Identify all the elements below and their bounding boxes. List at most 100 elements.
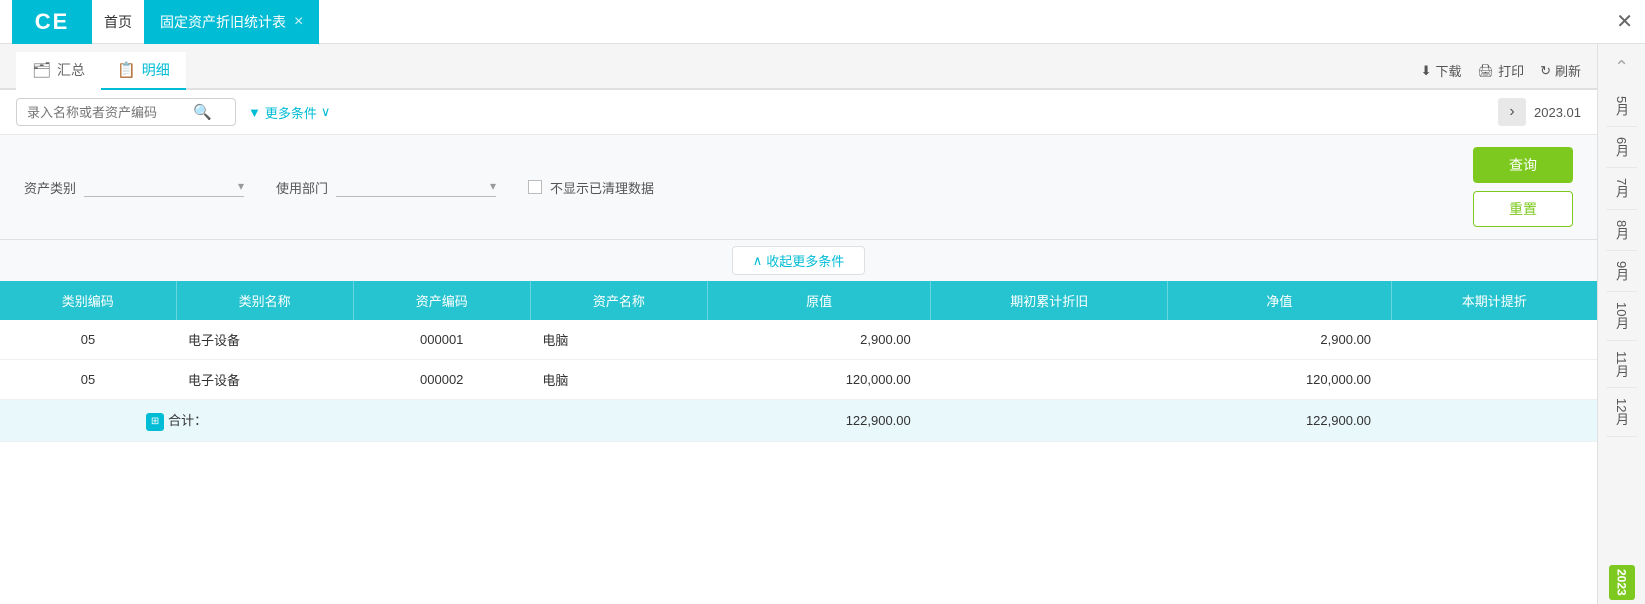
download-label: 下载: [1436, 61, 1462, 80]
filter-row: 资产类别 使用部门: [24, 147, 1573, 227]
col-asset-name: 资产名称: [530, 281, 707, 320]
ce-logo: CE: [12, 0, 92, 44]
query-button[interactable]: 查询: [1473, 147, 1573, 183]
no-cleared-label: 不显示已清理数据: [550, 178, 654, 197]
cell-original-value: 120,000.00: [707, 360, 930, 400]
table-header-row: 类别编码 类别名称 资产编码 资产名称 原值 期初累计折旧 净值 本期计提折: [0, 281, 1597, 320]
summary-original-value: 122,900.00: [707, 400, 930, 442]
search-icon[interactable]: 🔍: [193, 103, 212, 121]
sidebar-month-item[interactable]: 5月: [1606, 86, 1637, 127]
chevron-down-icon: ∨: [321, 104, 331, 120]
sidebar-month-item[interactable]: 9月: [1606, 251, 1637, 292]
cell-original-value: 2,900.00: [707, 320, 930, 360]
cell-accumulated-depreciation: [931, 320, 1168, 360]
col-accumulated-depreciation: 期初累计折旧: [931, 281, 1168, 320]
col-category-code: 类别编码: [0, 281, 176, 320]
sidebar-month-item[interactable]: 10月: [1606, 292, 1637, 340]
tab-bar: 🗂 汇总 📋 明细 ⬇ 下载 🖨 打印 ↻ 刷新: [0, 44, 1597, 90]
cell-current-period: [1391, 320, 1597, 360]
detail-tab-label: 明细: [142, 60, 170, 80]
cell-accumulated-depreciation: [931, 360, 1168, 400]
summary-current-period: [1391, 400, 1597, 442]
refresh-label: 刷新: [1555, 61, 1581, 80]
summary-net-value: 122,900.00: [1168, 400, 1391, 442]
cell-category-code: 05: [0, 360, 176, 400]
print-button[interactable]: 🖨 打印: [1478, 61, 1525, 80]
cell-current-period: [1391, 360, 1597, 400]
department-label: 使用部门: [276, 178, 328, 197]
summary-row: ⊞合计： 122,900.00 122,900.00: [0, 400, 1597, 442]
summary-tab-label: 汇总: [57, 60, 85, 80]
active-tab[interactable]: 固定资产折旧统计表 ×: [144, 0, 319, 44]
sidebar-month-item[interactable]: 8月: [1606, 210, 1637, 251]
refresh-button[interactable]: ↻ 刷新: [1540, 61, 1581, 80]
no-cleared-checkbox[interactable]: [528, 180, 542, 194]
cell-asset-name: 电脑: [530, 360, 707, 400]
asset-category-select[interactable]: [84, 177, 244, 197]
sidebar-month-item[interactable]: 11月: [1606, 341, 1637, 389]
more-conditions-toggle[interactable]: ▼ 更多条件 ∨: [248, 103, 330, 122]
date-display: 2023.01: [1534, 105, 1581, 120]
home-nav[interactable]: 首页: [92, 12, 144, 32]
detail-tab-icon: 📋: [117, 61, 136, 79]
window-close-icon[interactable]: ✕: [1616, 9, 1633, 34]
cell-category-name: 电子设备: [176, 320, 353, 360]
collapse-right-icon[interactable]: ›: [1498, 98, 1526, 126]
filter-actions: 查询 重置: [1473, 147, 1573, 227]
cell-asset-code: 000002: [353, 360, 530, 400]
filter-area: 资产类别 使用部门: [0, 135, 1597, 240]
search-bar: 🔍 ▼ 更多条件 ∨ › 2023.01: [0, 90, 1597, 135]
col-asset-code: 资产编码: [353, 281, 530, 320]
print-icon: 🖨: [1478, 63, 1495, 79]
summary-icon: ⊞: [146, 413, 164, 431]
search-input[interactable]: [27, 105, 187, 120]
col-original-value: 原值: [707, 281, 930, 320]
right-sidebar: ⌃ 5月6月7月8月9月10月11月12月 2023: [1597, 44, 1645, 604]
asset-category-field: 资产类别: [24, 177, 244, 197]
table-row: 05 电子设备 000001 电脑 2,900.00 2,900.00: [0, 320, 1597, 360]
download-icon: ⬇: [1421, 63, 1432, 79]
download-button[interactable]: ⬇ 下载: [1421, 61, 1462, 80]
collapse-label: 收起更多条件: [766, 251, 844, 270]
more-conditions-label: 更多条件: [265, 103, 317, 122]
data-table: 类别编码 类别名称 资产编码 资产名称 原值 期初累计折旧 净值 本期计提折 0…: [0, 281, 1597, 442]
department-select[interactable]: [336, 177, 496, 197]
sidebar-month-item[interactable]: 6月: [1606, 127, 1637, 168]
sidebar-month-item[interactable]: 12月: [1606, 388, 1637, 436]
col-current-period: 本期计提折: [1391, 281, 1597, 320]
summary-empty-2: [530, 400, 707, 442]
tab-detail[interactable]: 📋 明细: [101, 52, 186, 90]
col-category-name: 类别名称: [176, 281, 353, 320]
summary-tab-icon: 🗂: [32, 61, 51, 79]
summary-label: ⊞合计：: [0, 400, 353, 442]
cell-asset-name: 电脑: [530, 320, 707, 360]
cell-net-value: 120,000.00: [1168, 360, 1391, 400]
tab-summary[interactable]: 🗂 汇总: [16, 52, 101, 90]
department-select-wrap: [336, 177, 496, 197]
summary-empty-1: [353, 400, 530, 442]
data-table-wrap: 类别编码 类别名称 资产编码 资产名称 原值 期初累计折旧 净值 本期计提折 0…: [0, 281, 1597, 604]
chevron-up-icon: ∧: [753, 253, 763, 269]
scroll-up-icon[interactable]: ⌃: [1604, 52, 1640, 82]
tab-title: 固定资产折旧统计表: [160, 12, 286, 32]
asset-category-select-wrap: [84, 177, 244, 197]
tab-close-icon[interactable]: ×: [294, 13, 303, 31]
summary-accumulated-depreciation: [931, 400, 1168, 442]
cell-category-code: 05: [0, 320, 176, 360]
collapse-bar: ∧ 收起更多条件: [0, 240, 1597, 281]
reset-button[interactable]: 重置: [1473, 191, 1573, 227]
toolbar-actions: ⬇ 下载 🖨 打印 ↻ 刷新: [1421, 61, 1581, 88]
department-field: 使用部门: [276, 177, 496, 197]
filter-icon: ▼: [248, 105, 261, 120]
cell-net-value: 2,900.00: [1168, 320, 1391, 360]
month-nav: 5月6月7月8月9月10月11月12月: [1606, 86, 1637, 437]
col-net-value: 净值: [1168, 281, 1391, 320]
collapse-conditions-button[interactable]: ∧ 收起更多条件: [732, 246, 866, 275]
search-bar-right: › 2023.01: [1498, 98, 1581, 126]
search-input-wrap: 🔍: [16, 98, 236, 126]
table-row: 05 电子设备 000002 电脑 120,000.00 120,000.00: [0, 360, 1597, 400]
print-label: 打印: [1498, 61, 1524, 80]
no-cleared-group: 不显示已清理数据: [528, 178, 654, 197]
asset-category-label: 资产类别: [24, 178, 76, 197]
sidebar-month-item[interactable]: 7月: [1606, 168, 1637, 209]
